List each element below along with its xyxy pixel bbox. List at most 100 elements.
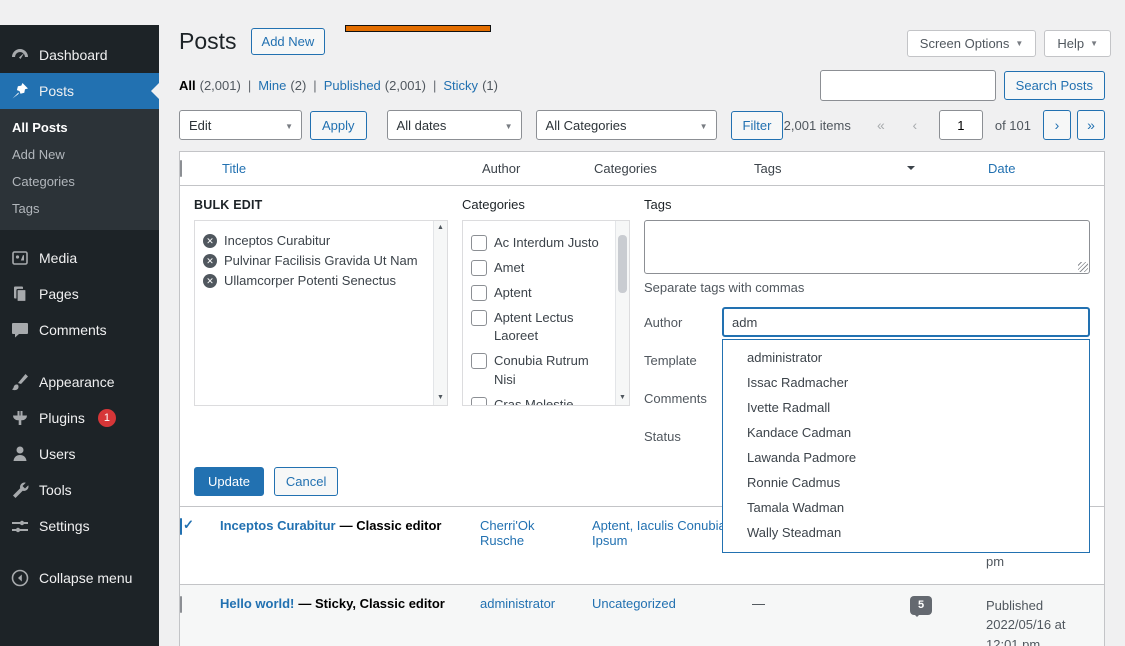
select-all-checkbox[interactable] bbox=[180, 160, 182, 177]
author-suggestion[interactable]: Ivette Radmall bbox=[723, 395, 1089, 420]
tags-hint: Separate tags with commas bbox=[644, 280, 1090, 295]
scrollbar[interactable] bbox=[615, 221, 629, 405]
post-title-link[interactable]: Hello world! bbox=[220, 596, 294, 611]
comments-icon bbox=[10, 320, 30, 340]
column-header-title[interactable]: Title bbox=[220, 161, 480, 176]
sidebar-item-collapse-menu[interactable]: Collapse menu bbox=[0, 560, 159, 596]
post-categories-link[interactable]: Uncategorized bbox=[592, 596, 690, 611]
row-checkbox[interactable] bbox=[180, 596, 182, 613]
submenu-item-all-posts[interactable]: All Posts bbox=[0, 114, 159, 141]
row-checkbox[interactable] bbox=[180, 518, 182, 535]
screen-options-button[interactable]: Screen Options bbox=[907, 30, 1037, 57]
view-published-link[interactable]: Published bbox=[324, 78, 381, 93]
table-row: Hello world! — Sticky, Classic editor adm… bbox=[180, 584, 1104, 646]
scrollbar-down-arrow[interactable] bbox=[616, 392, 629, 404]
remove-post-icon[interactable] bbox=[203, 274, 217, 288]
resize-grip-icon[interactable] bbox=[1078, 262, 1088, 272]
appearance-icon bbox=[10, 372, 30, 392]
post-author-link[interactable]: Cherri'Ok Rusche bbox=[480, 518, 592, 548]
search-input[interactable] bbox=[820, 70, 996, 101]
scrollbar-thumb[interactable] bbox=[618, 235, 627, 293]
bulk-edit-categories: Categories Ac Interdum Justo Amet Apt bbox=[462, 190, 630, 459]
category-option-label: Aptent Lectus Laoreet bbox=[494, 309, 607, 347]
help-button[interactable]: Help bbox=[1044, 30, 1111, 57]
scrollbar-down-arrow[interactable] bbox=[434, 392, 447, 404]
sidebar-item-plugins[interactable]: Plugins 1 bbox=[0, 400, 159, 436]
post-title-link[interactable]: Inceptos Curabitur bbox=[220, 518, 336, 533]
sidebar-item-media[interactable]: Media bbox=[0, 240, 159, 276]
scrollbar-up-arrow[interactable] bbox=[434, 222, 447, 234]
submenu-item-categories[interactable]: Categories bbox=[0, 168, 159, 195]
author-suggestion[interactable]: Wally Steadman bbox=[723, 520, 1089, 545]
admin-sidebar: Dashboard Posts All Posts Add New Catego… bbox=[0, 25, 159, 646]
collapse-icon bbox=[10, 568, 30, 588]
tablenav-top: Edit Apply All dates All Categories Filt… bbox=[179, 109, 1105, 141]
submenu-item-tags[interactable]: Tags bbox=[0, 195, 159, 222]
chevron-down-icon bbox=[1090, 39, 1098, 48]
author-suggestion[interactable]: Issac Radmacher bbox=[723, 370, 1089, 395]
category-checkbox[interactable] bbox=[471, 353, 487, 369]
current-page-input[interactable] bbox=[939, 110, 983, 140]
sidebar-item-users[interactable]: Users bbox=[0, 436, 159, 472]
dates-filter-select[interactable]: All dates bbox=[387, 110, 522, 140]
comment-count-bubble[interactable]: 5 bbox=[910, 596, 932, 615]
view-all-count: (2,001) bbox=[200, 78, 241, 93]
post-title-suffix: — Sticky, Classic editor bbox=[298, 596, 444, 611]
sidebar-item-posts[interactable]: Posts bbox=[0, 73, 159, 109]
category-option-label: Ac Interdum Justo bbox=[494, 234, 599, 253]
update-button[interactable]: Update bbox=[194, 467, 264, 496]
sidebar-item-settings[interactable]: Settings bbox=[0, 508, 159, 544]
category-checkbox[interactable] bbox=[471, 285, 487, 301]
search-area: Search Posts bbox=[820, 70, 1105, 101]
last-page-button[interactable]: » bbox=[1077, 110, 1105, 140]
post-title-suffix: — Classic editor bbox=[340, 518, 442, 533]
categories-label: Categories bbox=[462, 194, 630, 216]
posts-screen: Screen Options Help Posts Add New All (2… bbox=[159, 25, 1125, 646]
remove-post-icon[interactable] bbox=[203, 234, 217, 248]
apply-button[interactable]: Apply bbox=[310, 111, 367, 140]
author-suggestion[interactable]: administrator bbox=[723, 345, 1089, 370]
sidebar-item-pages[interactable]: Pages bbox=[0, 276, 159, 312]
first-page-button[interactable]: « bbox=[867, 110, 895, 140]
cancel-button[interactable]: Cancel bbox=[274, 467, 338, 496]
author-input[interactable] bbox=[722, 307, 1090, 337]
view-all-link[interactable]: All bbox=[179, 78, 196, 93]
category-checkbox[interactable] bbox=[471, 397, 487, 406]
scrollbar[interactable] bbox=[433, 221, 447, 405]
sidebar-item-label: Collapse menu bbox=[39, 570, 132, 586]
next-page-button[interactable]: › bbox=[1043, 110, 1071, 140]
filter-button[interactable]: Filter bbox=[731, 111, 784, 140]
category-checkbox[interactable] bbox=[471, 310, 487, 326]
tags-textarea[interactable] bbox=[644, 220, 1090, 274]
view-mine-count: (2) bbox=[290, 78, 306, 93]
view-sticky-link[interactable]: Sticky bbox=[443, 78, 478, 93]
view-filter-all: All (2,001) bbox=[179, 78, 258, 93]
category-checkbox[interactable] bbox=[471, 235, 487, 251]
sidebar-item-tools[interactable]: Tools bbox=[0, 472, 159, 508]
tools-icon bbox=[10, 480, 30, 500]
remove-post-icon[interactable] bbox=[203, 254, 217, 268]
posts-submenu: All Posts Add New Categories Tags bbox=[0, 109, 159, 230]
sidebar-item-comments[interactable]: Comments bbox=[0, 312, 159, 348]
prev-page-button[interactable]: ‹ bbox=[901, 110, 929, 140]
author-suggestion[interactable]: Lawanda Padmore bbox=[723, 445, 1089, 470]
author-suggestion[interactable]: Kandace Cadman bbox=[723, 420, 1089, 445]
plugin-icon bbox=[10, 408, 30, 428]
column-header-date[interactable]: Date bbox=[986, 161, 1104, 176]
sidebar-item-appearance[interactable]: Appearance bbox=[0, 364, 159, 400]
view-mine-link[interactable]: Mine bbox=[258, 78, 286, 93]
search-posts-button[interactable]: Search Posts bbox=[1004, 71, 1105, 100]
submenu-item-add-new[interactable]: Add New bbox=[0, 141, 159, 168]
category-checkbox[interactable] bbox=[471, 260, 487, 276]
bulk-action-select[interactable]: Edit bbox=[179, 110, 302, 140]
add-new-button[interactable]: Add New bbox=[251, 28, 326, 55]
post-tags-cell: — bbox=[752, 596, 902, 611]
author-suggestion[interactable]: Ronnie Cadmus bbox=[723, 470, 1089, 495]
sidebar-item-dashboard[interactable]: Dashboard bbox=[0, 37, 159, 73]
author-suggestion[interactable]: Tamala Wadman bbox=[723, 495, 1089, 520]
post-author-link[interactable]: administrator bbox=[480, 596, 569, 611]
chevron-down-icon bbox=[505, 122, 513, 131]
tags-label: Tags bbox=[644, 194, 1090, 216]
category-option-label: Conubia Rutrum Nisi bbox=[494, 352, 607, 390]
categories-filter-select[interactable]: All Categories bbox=[536, 110, 717, 140]
